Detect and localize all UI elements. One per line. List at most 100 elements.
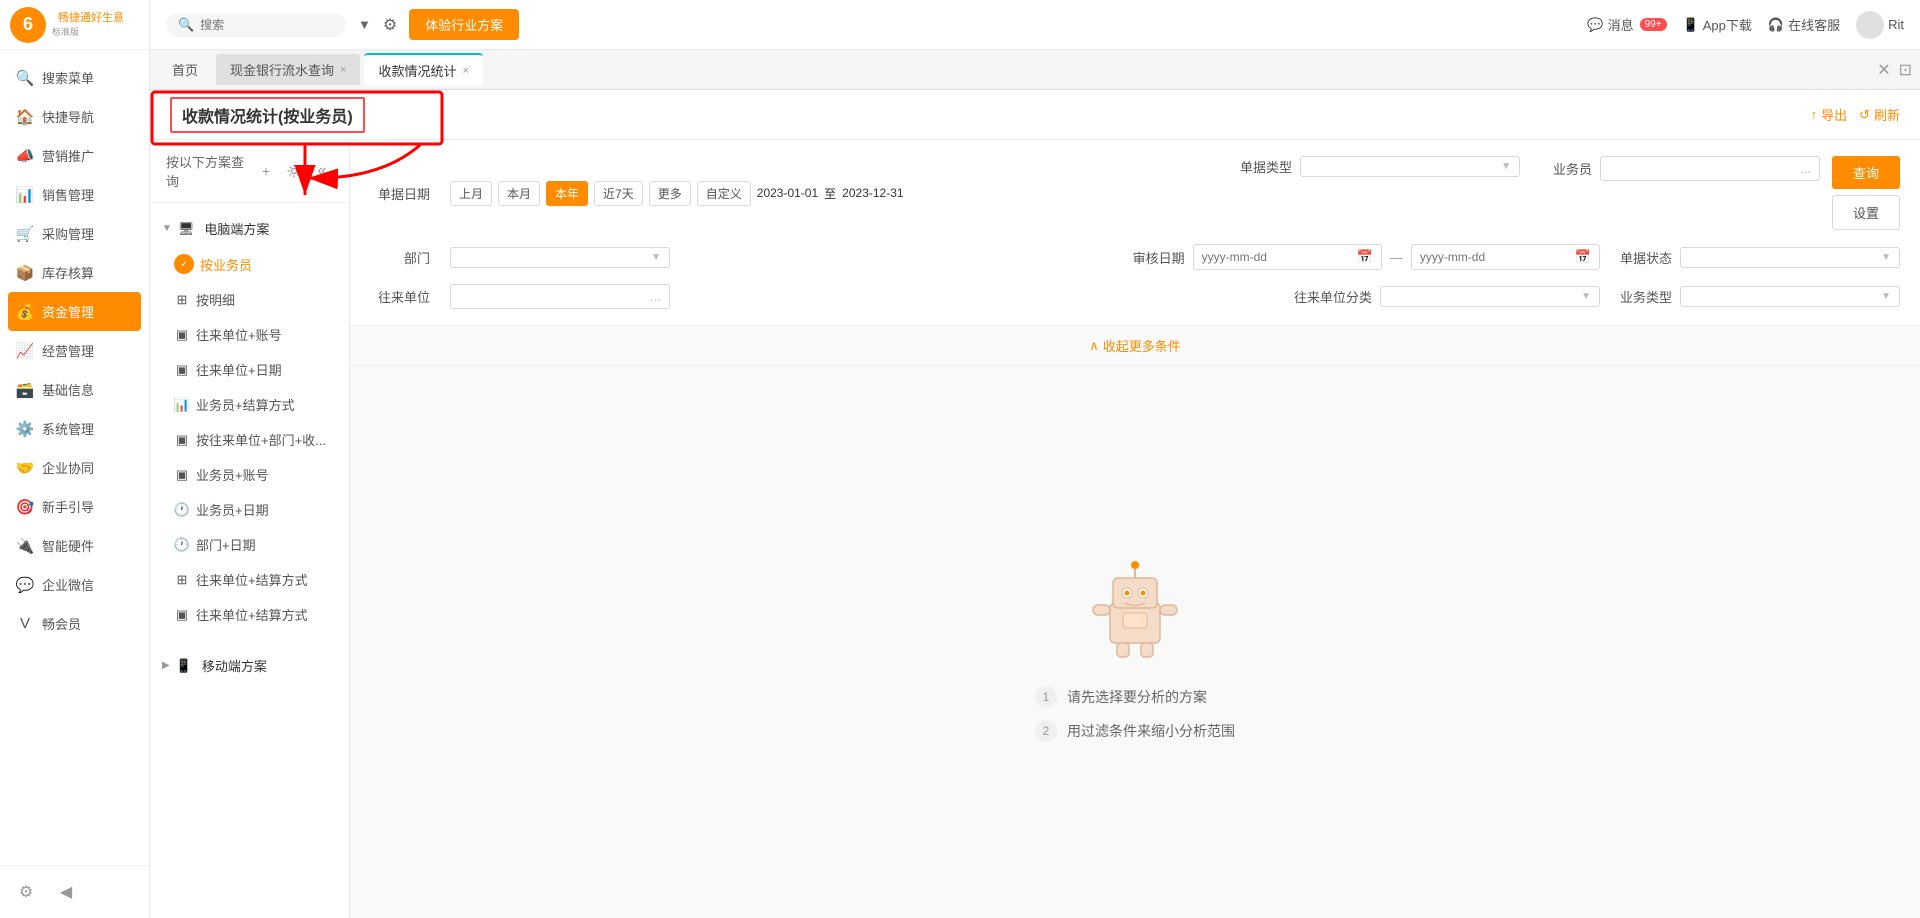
salesperson-date-icon: 🕐	[174, 502, 190, 518]
tree-item-unit-date[interactable]: ▣ 往来单位+日期	[150, 352, 349, 387]
counterparty-dots[interactable]: ...	[650, 289, 661, 304]
calendar-start-icon: 📅	[1357, 249, 1373, 265]
sidebar-item-system[interactable]: ⚙️ 系统管理	[0, 409, 149, 448]
tree-item-salesperson-account[interactable]: ▣ 业务员+账号	[150, 457, 349, 492]
sidebar-item-marketing[interactable]: 📣 营销推广	[0, 136, 149, 175]
empty-step-2: 2 用过滤条件来缩小分析范围	[1035, 720, 1235, 742]
sidebar-item-operation[interactable]: 📈 经营管理	[0, 331, 149, 370]
online-service-btn[interactable]: 🎧 在线客服	[1768, 15, 1840, 34]
audit-date-end[interactable]: 📅	[1411, 244, 1600, 270]
date-label: 单据日期	[370, 184, 430, 203]
tab-cash-flow[interactable]: 现金银行流水查询 ×	[216, 54, 360, 85]
hardware-nav-icon: 🔌	[16, 537, 34, 555]
query-button[interactable]: 查询	[1832, 156, 1900, 189]
sidebar-settings-btn[interactable]: ⚙	[10, 876, 42, 908]
business-type-select[interactable]: ▼	[1680, 286, 1900, 307]
tree-item-detail[interactable]: ⊞ 按明细	[150, 282, 349, 317]
member-nav-icon: V	[16, 615, 34, 633]
sales-settlement-icon: 📊	[174, 397, 190, 413]
settings-button[interactable]: 设置	[1832, 195, 1900, 230]
tab-home[interactable]: 首页	[158, 54, 212, 85]
empty-steps: 1 请先选择要分析的方案 2 用过滤条件来缩小分析范围	[1035, 686, 1235, 742]
collapse-panel-btn[interactable]: «	[311, 160, 333, 182]
refresh-btn[interactable]: ↺ 刷新	[1859, 105, 1900, 124]
add-scheme-btn[interactable]: +	[255, 160, 277, 182]
logo-icon: 6	[10, 7, 46, 43]
sidebar-item-search[interactable]: 🔍 搜索菜单	[0, 58, 149, 97]
sidebar-item-inventory[interactable]: 📦 库存核算	[0, 253, 149, 292]
collapse-bar[interactable]: ∧ 收起更多条件	[350, 326, 1920, 366]
left-panel-header: 按以下方案查询 + «	[150, 140, 349, 203]
empty-robot-icon	[1075, 543, 1195, 663]
sidebar-item-finance[interactable]: 💰 资金管理	[8, 292, 141, 331]
search-header-input[interactable]	[200, 18, 330, 32]
tree-item-salesperson[interactable]: ✓ 按业务员	[150, 246, 349, 282]
app-download-btn[interactable]: 📱 App下载	[1683, 15, 1752, 34]
counterparty-select[interactable]: ...	[450, 284, 670, 309]
tree-desktop-scheme[interactable]: ▼ 🖥 电脑端方案	[150, 211, 349, 246]
date-btn-last-month[interactable]: 上月	[450, 181, 492, 206]
export-btn[interactable]: ↑ 导出	[1811, 105, 1848, 124]
message-icon: 💬	[1587, 17, 1603, 33]
sidebar-collapse-btn[interactable]: ◀	[50, 876, 82, 908]
tree-item-dept-date[interactable]: 🕐 部门+日期	[150, 527, 349, 562]
tab-collection-stats[interactable]: 收款情况统计 ×	[364, 53, 482, 86]
tree-item-unit-settlement2[interactable]: ▣ 往来单位+结算方式	[150, 597, 349, 632]
audit-date-end-input[interactable]	[1420, 250, 1575, 264]
sidebar-item-member[interactable]: V 畅会员	[0, 604, 149, 643]
sidebar-item-sales[interactable]: 📊 销售管理	[0, 175, 149, 214]
left-panel-title: 按以下方案查询	[166, 152, 247, 190]
date-btn-this-month[interactable]: 本月	[498, 181, 540, 206]
tree-mobile-scheme[interactable]: ▶ 📱 移动端方案	[150, 648, 349, 683]
sidebar-item-basic[interactable]: 🗃️ 基础信息	[0, 370, 149, 409]
refresh-icon: ↺	[1859, 107, 1870, 123]
status-arrow: ▼	[1881, 252, 1891, 263]
date-btn-7days[interactable]: 近7天	[594, 181, 643, 206]
tree-item-unit-settlement1[interactable]: ⊞ 往来单位+结算方式	[150, 562, 349, 597]
trial-button[interactable]: 体验行业方案	[409, 9, 519, 40]
salesperson-select[interactable]: ...	[1600, 156, 1820, 181]
search-nav-icon: 🔍	[16, 69, 34, 87]
inventory-nav-icon: 📦	[16, 264, 34, 282]
messages-btn[interactable]: 💬 消息 99+	[1587, 15, 1666, 34]
date-dash: —	[1390, 250, 1403, 265]
date-btn-more[interactable]: 更多	[649, 181, 691, 206]
tab-cash-flow-close[interactable]: ×	[340, 64, 346, 76]
header-dropdown[interactable]: ▼	[358, 17, 371, 32]
unit-settlement2-icon: ▣	[174, 607, 190, 623]
header-gear-icon[interactable]: ⚙	[383, 15, 397, 35]
tree-expand-arrow: ▼	[162, 223, 172, 234]
department-select[interactable]: ▼	[450, 247, 670, 268]
tree-item-salesperson-date[interactable]: 🕐 业务员+日期	[150, 492, 349, 527]
sidebar-item-hardware[interactable]: 🔌 智能硬件	[0, 526, 149, 565]
right-panel: 单据日期 上月 本月 本年 近7天 更多 自定义 2023-01-01 至	[350, 140, 1920, 918]
voucher-type-select[interactable]: ▼	[1300, 156, 1520, 177]
logo-area: 6 畅捷通好生意 标准版	[0, 0, 149, 50]
system-nav-icon: ⚙️	[16, 420, 34, 438]
sidebar-item-guide[interactable]: 🎯 新手引导	[0, 487, 149, 526]
counterparty-category-select[interactable]: ▼	[1380, 286, 1600, 307]
tab-collection-stats-close[interactable]: ×	[462, 65, 468, 77]
scheme-settings-btn[interactable]	[283, 160, 305, 182]
sidebar-item-shortcut[interactable]: 🏠 快捷导航	[0, 97, 149, 136]
audit-date-start-input[interactable]	[1202, 250, 1357, 264]
sidebar-item-wechat[interactable]: 💬 企业微信	[0, 565, 149, 604]
unit-settlement1-icon: ⊞	[174, 572, 190, 588]
header-search-box[interactable]: 🔍	[166, 13, 346, 37]
sidebar-item-enterprise[interactable]: 🤝 企业协同	[0, 448, 149, 487]
sidebar-item-purchase[interactable]: 🛒 采购管理	[0, 214, 149, 253]
date-btn-this-year[interactable]: 本年	[546, 181, 588, 206]
date-btn-custom[interactable]: 自定义	[697, 181, 751, 206]
voucher-type-label: 单据类型	[1232, 157, 1292, 176]
audit-date-start[interactable]: 📅	[1193, 244, 1382, 270]
voucher-status-select[interactable]: ▼	[1680, 247, 1900, 268]
tab-close-all-icon[interactable]: ✕	[1877, 60, 1890, 80]
tab-expand-icon[interactable]: ⊡	[1899, 60, 1912, 80]
tree-item-unit-dept[interactable]: ▣ 按往来单位+部门+收...	[150, 422, 349, 457]
salesperson-dots[interactable]: ...	[1800, 161, 1811, 176]
page-actions: ↑ 导出 ↺ 刷新	[1811, 105, 1900, 124]
filter-row-1: 单据日期 上月 本月 本年 近7天 更多 自定义 2023-01-01 至	[370, 156, 1900, 230]
tree-item-salesperson-settlement[interactable]: 📊 业务员+结算方式	[150, 387, 349, 422]
user-area[interactable]: Rit	[1856, 11, 1904, 39]
tree-item-unit-account[interactable]: ▣ 往来单位+账号	[150, 317, 349, 352]
